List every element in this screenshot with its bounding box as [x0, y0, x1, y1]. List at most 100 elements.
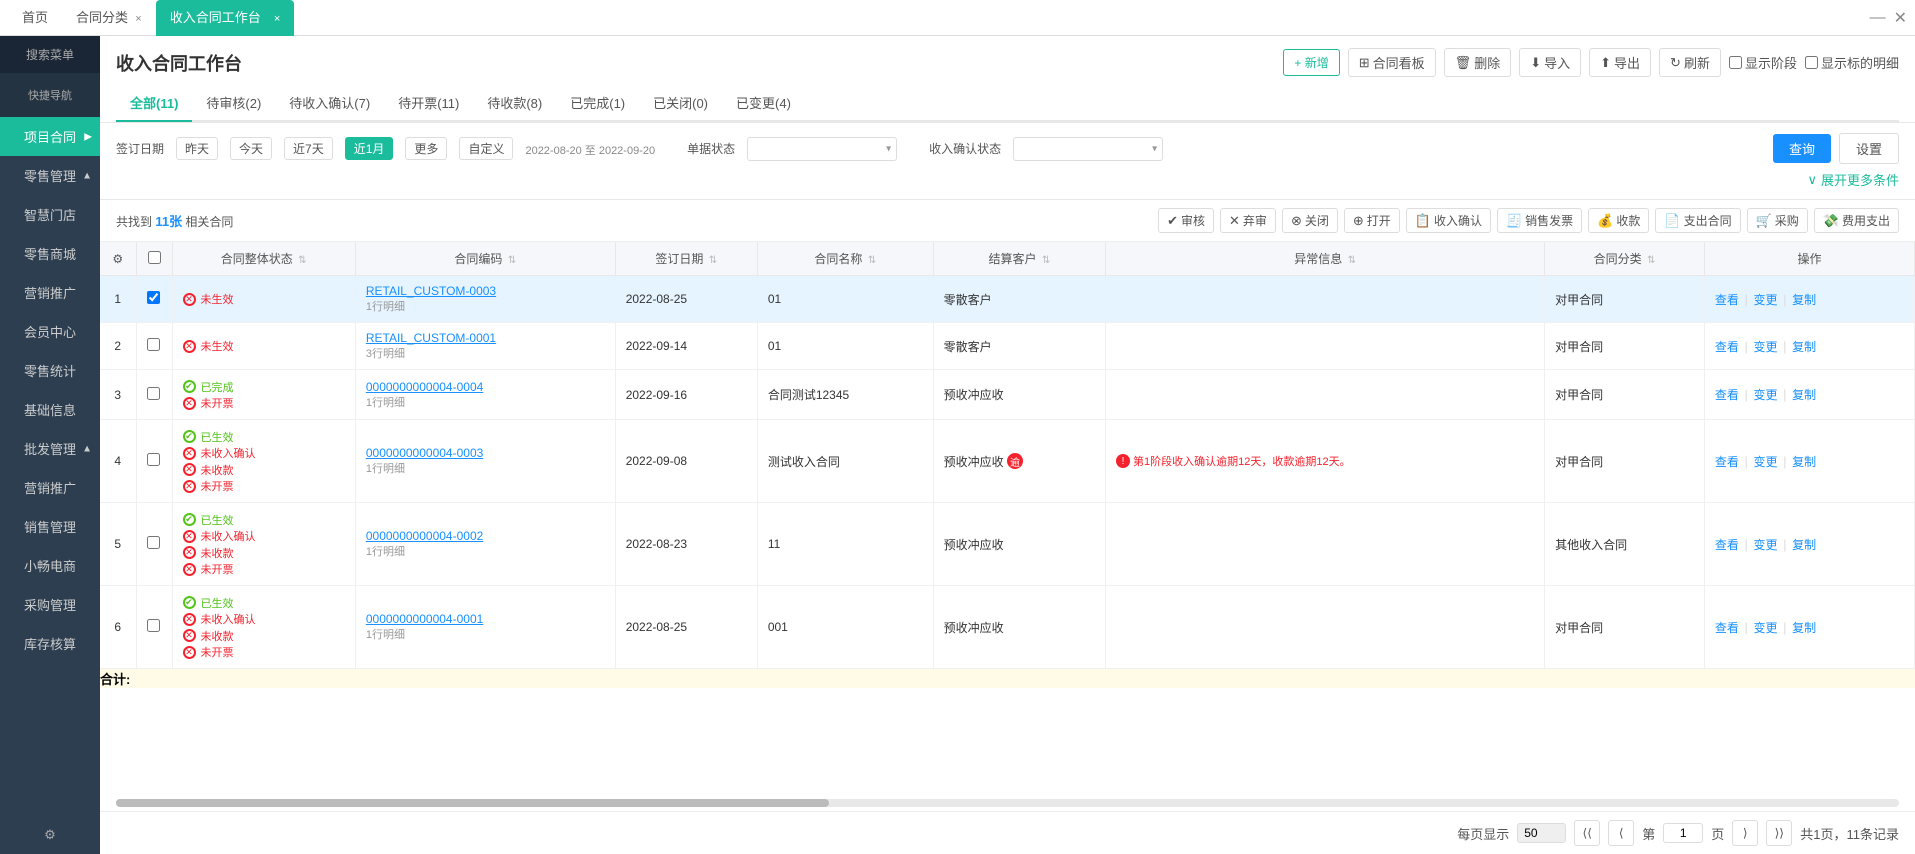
- table-scroll[interactable]: ⚙ 合同整体状态 ⇅ 合同编码 ⇅ 签订日期 ⇅ 合同名称 ⇅ 结算客户 ⇅ 异…: [100, 242, 1915, 795]
- tab-pending-payment[interactable]: 待收款(8): [473, 85, 556, 122]
- date-btn-yesterday[interactable]: 昨天: [176, 137, 218, 160]
- op-复制-link[interactable]: 复制: [1792, 293, 1816, 307]
- open-contract-button[interactable]: ⊕ 打开: [1344, 208, 1400, 233]
- tab-income-contract[interactable]: 收入合同工作台 ×: [156, 0, 295, 36]
- first-page-button[interactable]: ⟨⟨: [1574, 820, 1600, 846]
- expand-filter-btn[interactable]: ∨ 展开更多条件: [1807, 170, 1899, 189]
- sort-icon[interactable]: ⇅: [868, 255, 876, 266]
- sales-invoice-button[interactable]: 🧾 销售发票: [1497, 208, 1582, 233]
- receipt-confirm-select[interactable]: [1013, 137, 1163, 161]
- page-size-select[interactable]: 50 100: [1517, 823, 1566, 843]
- sidebar-item-project-contract[interactable]: 项目合同 ▶: [0, 117, 100, 156]
- op-查看-link[interactable]: 查看: [1715, 621, 1739, 635]
- horizontal-scrollbar[interactable]: [116, 799, 1899, 807]
- income-confirm-button[interactable]: 📋 收入确认: [1406, 208, 1491, 233]
- setting-button[interactable]: 设置: [1839, 133, 1899, 164]
- sort-icon[interactable]: ⇅: [709, 255, 717, 266]
- sort-icon[interactable]: ⇅: [508, 255, 516, 266]
- tab-home[interactable]: 首页: [8, 0, 62, 36]
- tab-pending-invoice[interactable]: 待开票(11): [384, 85, 473, 122]
- date-btn-7days[interactable]: 近7天: [284, 137, 333, 160]
- next-page-button[interactable]: ⟩: [1732, 820, 1758, 846]
- date-btn-custom[interactable]: 自定义: [459, 137, 513, 160]
- row-checkbox[interactable]: [147, 387, 160, 400]
- col-settings[interactable]: ⚙: [100, 242, 136, 276]
- date-btn-1month[interactable]: 近1月: [345, 137, 394, 160]
- sidebar-item-ecommerce[interactable]: 小畅电商: [0, 546, 100, 585]
- select-all-checkbox[interactable]: [148, 251, 161, 264]
- sidebar-item-retail-mall[interactable]: 零售商城: [0, 234, 100, 273]
- show-detail-input[interactable]: [1805, 56, 1818, 69]
- row-checkbox[interactable]: [147, 619, 160, 632]
- op-复制-link[interactable]: 复制: [1792, 538, 1816, 552]
- last-page-button[interactable]: ⟩⟩: [1766, 820, 1792, 846]
- import-button[interactable]: ⬇ 导入: [1519, 48, 1581, 77]
- new-button[interactable]: + 新增: [1283, 49, 1339, 76]
- code-link[interactable]: RETAIL_CUSTOM-0001: [366, 331, 496, 345]
- date-btn-more[interactable]: 更多: [405, 137, 447, 160]
- export-button[interactable]: ⬆ 导出: [1589, 48, 1651, 77]
- refresh-button[interactable]: ↻ 刷新: [1659, 48, 1721, 77]
- sidebar-item-marketing1[interactable]: 营销推广: [0, 273, 100, 312]
- code-link[interactable]: 0000000000004-0001: [366, 612, 483, 626]
- win-close[interactable]: ✕: [1894, 8, 1907, 28]
- sort-icon[interactable]: ⇅: [1348, 255, 1356, 266]
- page-number-input[interactable]: [1663, 823, 1703, 843]
- op-查看-link[interactable]: 查看: [1715, 293, 1739, 307]
- search-button[interactable]: 查询: [1773, 134, 1831, 163]
- purchase-button[interactable]: 🛒 采购: [1747, 208, 1808, 233]
- op-查看-link[interactable]: 查看: [1715, 340, 1739, 354]
- op-变更-link[interactable]: 变更: [1754, 455, 1778, 469]
- row-checkbox[interactable]: [147, 453, 160, 466]
- sidebar-item-sales-mgmt[interactable]: 销售管理: [0, 507, 100, 546]
- win-minimize[interactable]: —: [1870, 9, 1886, 27]
- show-detail-checkbox[interactable]: 显示标的明细: [1805, 53, 1899, 72]
- op-复制-link[interactable]: 复制: [1792, 340, 1816, 354]
- op-复制-link[interactable]: 复制: [1792, 455, 1816, 469]
- tab-changed[interactable]: 已变更(4): [722, 85, 805, 122]
- sidebar-item-base-info[interactable]: 基础信息: [0, 390, 100, 429]
- delete-button[interactable]: 🗑 删除: [1444, 48, 1512, 77]
- prev-page-button[interactable]: ⟨: [1608, 820, 1634, 846]
- tab-contract-category[interactable]: 合同分类 ×: [62, 0, 156, 36]
- sidebar-item-retail-mgmt[interactable]: 零售管理 ▲: [0, 156, 100, 195]
- sidebar-item-smart-store[interactable]: 智慧门店: [0, 195, 100, 234]
- close-contract-button[interactable]: ⊗ 关闭: [1282, 208, 1338, 233]
- sort-icon[interactable]: ⇅: [1647, 255, 1655, 266]
- sidebar-item-wholesale-mgmt[interactable]: 批发管理 ▲: [0, 429, 100, 468]
- kanban-button[interactable]: ⊞ 合同看板: [1348, 48, 1436, 77]
- show-fields-input[interactable]: [1729, 56, 1742, 69]
- sidebar-item-purchase-mgmt[interactable]: 采购管理: [0, 585, 100, 624]
- code-link[interactable]: 0000000000004-0004: [366, 380, 483, 394]
- op-复制-link[interactable]: 复制: [1792, 388, 1816, 402]
- op-变更-link[interactable]: 变更: [1754, 621, 1778, 635]
- op-变更-link[interactable]: 变更: [1754, 388, 1778, 402]
- op-查看-link[interactable]: 查看: [1715, 388, 1739, 402]
- scrollbar-thumb[interactable]: [116, 799, 829, 807]
- tab-all[interactable]: 全部(11): [116, 85, 192, 122]
- abandon-audit-button[interactable]: ✕ 弃审: [1220, 208, 1276, 233]
- row-checkbox[interactable]: [147, 291, 160, 304]
- op-复制-link[interactable]: 复制: [1792, 621, 1816, 635]
- tab-contract-category-close[interactable]: ×: [135, 13, 141, 25]
- sidebar-item-marketing2[interactable]: 营销推广: [0, 468, 100, 507]
- sidebar-item-member[interactable]: 会员中心: [0, 312, 100, 351]
- code-link[interactable]: RETAIL_CUSTOM-0003: [366, 284, 496, 298]
- date-btn-today[interactable]: 今天: [230, 137, 272, 160]
- doc-status-select[interactable]: [747, 137, 897, 161]
- sort-icon[interactable]: ⇅: [298, 255, 306, 266]
- sidebar-gear[interactable]: ⚙: [0, 816, 100, 854]
- sidebar-nav-shortcut[interactable]: 快捷导航: [0, 81, 100, 109]
- code-link[interactable]: 0000000000004-0002: [366, 529, 483, 543]
- tab-income-contract-close[interactable]: ×: [274, 13, 280, 25]
- tab-pending-review[interactable]: 待审核(2): [192, 85, 275, 122]
- tab-closed[interactable]: 已关闭(0): [639, 85, 722, 122]
- audit-button[interactable]: ✔ 审核: [1158, 208, 1214, 233]
- expense-contract-button[interactable]: 📄 支出合同: [1655, 208, 1740, 233]
- row-checkbox[interactable]: [147, 338, 160, 351]
- tab-pending-confirm[interactable]: 待收入确认(7): [275, 85, 384, 122]
- sidebar-item-inventory[interactable]: 库存核算: [0, 624, 100, 663]
- tab-completed[interactable]: 已完成(1): [556, 85, 639, 122]
- row-checkbox[interactable]: [147, 536, 160, 549]
- op-变更-link[interactable]: 变更: [1754, 538, 1778, 552]
